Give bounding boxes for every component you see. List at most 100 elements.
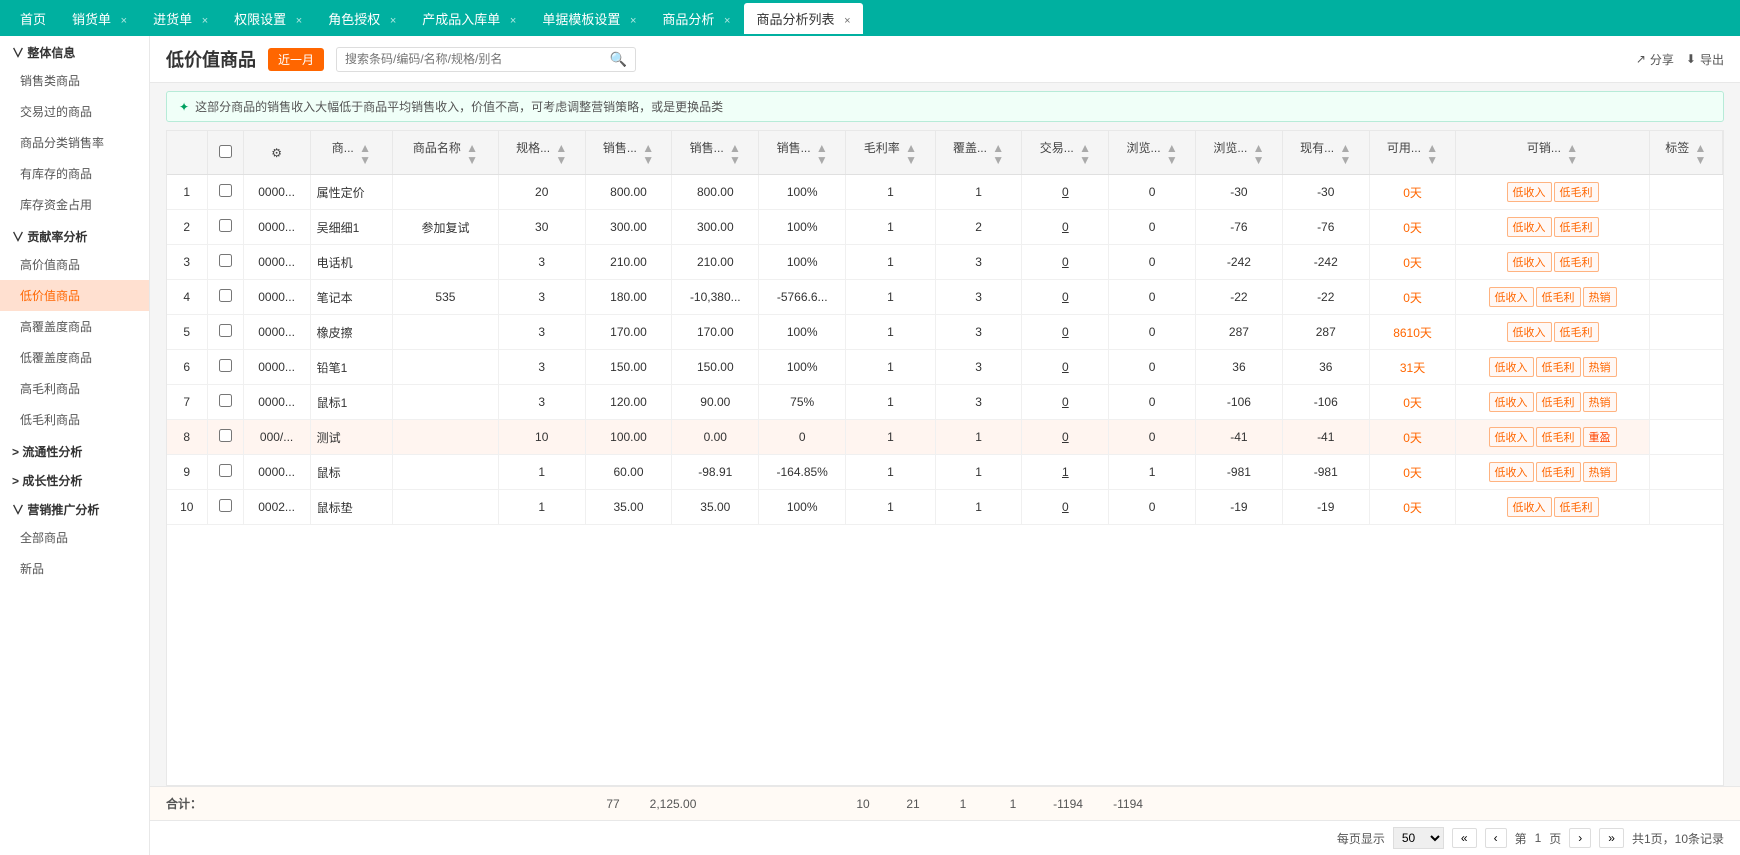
sidebar-item-stocked[interactable]: 有库存的商品	[0, 158, 149, 189]
col-header-browse2[interactable]: 浏览... ▲▼	[1196, 131, 1283, 175]
col-header-sales-qty[interactable]: 销售... ▲▼	[585, 131, 672, 175]
cell-name: 鼠标垫	[310, 490, 392, 525]
sidebar-item-low-coverage[interactable]: 低覆盖度商品	[0, 342, 149, 373]
nav-purchase[interactable]: 进货单 ×	[141, 3, 220, 34]
cell-sales-amt: 180.00	[585, 280, 672, 315]
search-input[interactable]	[345, 52, 604, 66]
browse1-link[interactable]: 0	[1062, 185, 1069, 199]
cell-check	[207, 210, 243, 245]
cell-sales-avg: 170.00	[672, 315, 759, 350]
cell-name: 橡皮擦	[310, 315, 392, 350]
tag-badge: 低收入	[1507, 217, 1552, 237]
row-checkbox[interactable]	[219, 464, 232, 477]
export-button[interactable]: ⬇ 导出	[1686, 51, 1724, 68]
search-icon[interactable]: 🔍	[610, 51, 627, 68]
cell-sellable: 0天	[1369, 420, 1456, 455]
select-all-checkbox[interactable]	[219, 145, 232, 158]
col-header-trade[interactable]: 交易... ▲▼	[1022, 131, 1109, 175]
sidebar-item-high-gross[interactable]: 高毛利商品	[0, 373, 149, 404]
col-header-sales-amt[interactable]: 销售... ▲▼	[672, 131, 759, 175]
table-row: 3 0000... 电话机 3 210.00 210.00 100% 1 3 0…	[167, 245, 1723, 280]
sidebar-group-circulation[interactable]: > 流通性分析	[0, 435, 149, 464]
page-number: 1	[1535, 831, 1542, 845]
next-page-btn[interactable]: ›	[1569, 828, 1591, 848]
sidebar-item-low-value[interactable]: 低价值商品	[0, 280, 149, 311]
nav-goods-list[interactable]: 商品分析列表 ×	[744, 3, 862, 34]
sidebar-item-high-coverage[interactable]: 高覆盖度商品	[0, 311, 149, 342]
tag-badge: 低毛利	[1554, 182, 1599, 202]
row-checkbox[interactable]	[219, 429, 232, 442]
sidebar-group-contribution[interactable]: ∨ 贡献率分析	[0, 220, 149, 249]
sidebar-group-overview[interactable]: ∨ 整体信息	[0, 36, 149, 65]
nav-roles[interactable]: 角色授权 ×	[316, 3, 408, 34]
nav-sales[interactable]: 销货单 ×	[60, 3, 139, 34]
date-filter-btn[interactable]: 近一月	[268, 48, 324, 71]
nav-template[interactable]: 单据模板设置 ×	[530, 3, 648, 34]
sidebar-group-growth[interactable]: > 成长性分析	[0, 464, 149, 493]
summary-sales-qty: 77	[588, 797, 638, 811]
tag-badge: 低收入	[1507, 252, 1552, 272]
row-checkbox[interactable]	[219, 499, 232, 512]
row-checkbox[interactable]	[219, 359, 232, 372]
sidebar-item-category-rate[interactable]: 商品分类销售率	[0, 127, 149, 158]
browse1-link[interactable]: 0	[1062, 430, 1069, 444]
cell-spec	[393, 350, 499, 385]
row-checkbox[interactable]	[219, 254, 232, 267]
browse1-link[interactable]: 0	[1062, 325, 1069, 339]
cell-code: 0000...	[243, 385, 310, 420]
browse1-link[interactable]: 0	[1062, 500, 1069, 514]
sidebar-item-traded[interactable]: 交易过的商品	[0, 96, 149, 127]
nav-home[interactable]: 首页	[8, 3, 58, 34]
browse1-link[interactable]: 0	[1062, 255, 1069, 269]
last-page-btn[interactable]: »	[1599, 828, 1624, 848]
browse1-link[interactable]: 0	[1062, 360, 1069, 374]
row-checkbox[interactable]	[219, 394, 232, 407]
nav-stock-in[interactable]: 产成品入库单 ×	[410, 3, 528, 34]
sidebar-item-stock-capital[interactable]: 库存资金占用	[0, 189, 149, 220]
cell-tags: 低收入低毛利热销	[1456, 455, 1649, 490]
row-checkbox[interactable]	[219, 289, 232, 302]
col-header-settings[interactable]: ⚙	[243, 131, 310, 175]
tag-badge: 低收入	[1507, 182, 1552, 202]
col-header-sellable[interactable]: 可销... ▲▼	[1456, 131, 1649, 175]
col-header-gross-rate[interactable]: 毛利率 ▲▼	[846, 131, 935, 175]
cell-trade: 1	[935, 175, 1022, 210]
cell-code: 000/...	[243, 420, 310, 455]
row-checkbox[interactable]	[219, 219, 232, 232]
sidebar-item-all-goods[interactable]: 全部商品	[0, 522, 149, 553]
col-header-code[interactable]: 商... ▲▼	[310, 131, 392, 175]
col-header-spec[interactable]: 规格... ▲▼	[498, 131, 585, 175]
browse1-link[interactable]: 0	[1062, 395, 1069, 409]
prev-page-btn[interactable]: ‹	[1485, 828, 1507, 848]
col-header-available[interactable]: 可用... ▲▼	[1369, 131, 1456, 175]
page-end: 页	[1549, 830, 1561, 847]
col-header-tag[interactable]: 标签 ▲▼	[1649, 131, 1722, 175]
browse1-link[interactable]: 0	[1062, 220, 1069, 234]
share-button[interactable]: ↗ 分享	[1636, 51, 1674, 68]
col-header-current-stock[interactable]: 现有... ▲▼	[1282, 131, 1369, 175]
nav-goods-analysis[interactable]: 商品分析 ×	[650, 3, 742, 34]
sidebar-item-new-goods[interactable]: 新品	[0, 553, 149, 584]
nav-permissions[interactable]: 权限设置 ×	[222, 3, 314, 34]
sidebar-item-high-value[interactable]: 高价值商品	[0, 249, 149, 280]
row-checkbox[interactable]	[219, 324, 232, 337]
cell-sales-qty: 10	[498, 420, 585, 455]
sidebar-item-sales-goods[interactable]: 销售类商品	[0, 65, 149, 96]
col-header-name[interactable]: 商品名称 ▲▼	[393, 131, 499, 175]
browse1-link[interactable]: 1	[1062, 465, 1069, 479]
sidebar-item-low-gross[interactable]: 低毛利商品	[0, 404, 149, 435]
share-icon: ↗	[1636, 52, 1646, 66]
summary-browse1: 1	[938, 797, 988, 811]
first-page-btn[interactable]: «	[1452, 828, 1477, 848]
row-checkbox[interactable]	[219, 184, 232, 197]
browse1-link[interactable]: 0	[1062, 290, 1069, 304]
per-page-select[interactable]: 50 100 200	[1393, 827, 1444, 849]
col-header-browse1[interactable]: 浏览... ▲▼	[1109, 131, 1196, 175]
cell-tags: 低收入低毛利	[1456, 175, 1649, 210]
col-header-coverage[interactable]: 覆盖... ▲▼	[935, 131, 1022, 175]
cell-browse2: 0	[1109, 210, 1196, 245]
col-header-sales-avg[interactable]: 销售... ▲▼	[759, 131, 846, 175]
table-row: 4 0000... 笔记本 535 3 180.00 -10,380... -5…	[167, 280, 1723, 315]
cell-trade: 1	[935, 420, 1022, 455]
sidebar-group-marketing[interactable]: ∨ 营销推广分析	[0, 493, 149, 522]
